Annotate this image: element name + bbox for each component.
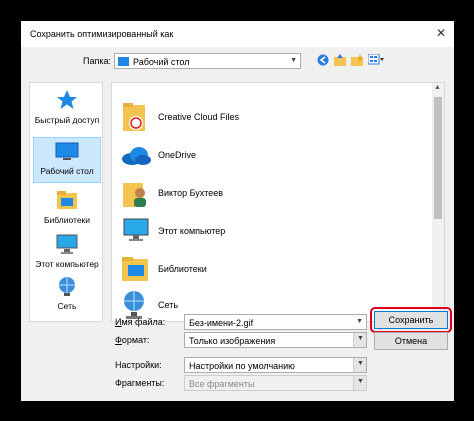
fragments-label: Фрагменты: [115,378,165,388]
chevron-down-icon: ▼ [353,376,366,390]
computer-icon [56,234,78,254]
list-item[interactable]: OneDrive [120,137,420,173]
onedrive-icon [122,147,151,165]
place-label: Быстрый доступ [34,115,100,125]
settings-select[interactable]: Настройки по умолчанию ▼ [184,357,367,373]
new-folder-icon[interactable] [351,54,363,66]
place-label: Сеть [57,301,77,311]
list-item[interactable]: Виктор Бухтеев [120,175,420,211]
fragments-select[interactable]: Все фрагменты ▼ [184,375,367,391]
save-button[interactable]: Сохранить [374,311,448,329]
item-name: Creative Cloud Files [158,112,240,122]
item-name: Библиотеки [158,264,207,274]
places-bar: Быстрый доступ Рабочий стол Библиотеки Э… [29,82,103,322]
desktop-icon [55,142,79,160]
item-name: Этот компьютер [158,226,226,236]
scroll-thumb[interactable] [434,97,442,219]
format-select[interactable]: Только изображения ▼ [184,332,367,348]
settings-label: Настройки: [115,360,162,370]
folder-value: Рабочий стол [133,57,190,67]
star-icon [57,90,77,109]
place-libraries[interactable]: Библиотеки [33,187,101,233]
place-quick-access[interactable]: Быстрый доступ [33,87,101,133]
item-name: Сеть [158,300,179,310]
chevron-down-icon: ▼ [356,318,363,325]
fragments-value: Все фрагменты [189,379,255,389]
network-icon [59,277,75,296]
place-desktop[interactable]: Рабочий стол [33,137,101,183]
list-item[interactable]: Библиотеки [120,251,420,287]
item-name: OneDrive [158,150,197,160]
place-label: Рабочий стол [40,166,94,176]
close-icon[interactable]: ✕ [436,26,446,40]
file-list: Creative Cloud Files OneDrive Виктор Бух… [111,82,445,322]
format-label: Формат: [115,335,150,345]
cancel-button[interactable]: Отмена [374,332,448,350]
folder-select[interactable]: Рабочий стол ▼ [114,53,301,69]
view-menu-icon[interactable] [368,54,384,66]
dialog-title: Сохранить оптимизированный как [30,29,174,39]
place-label: Библиотеки [43,215,91,225]
desktop-icon [118,57,129,66]
up-folder-icon[interactable] [334,54,346,66]
list-item[interactable]: Этот компьютер [120,213,420,249]
format-value: Только изображения [189,336,276,346]
place-network[interactable]: Сеть [33,273,101,319]
back-icon[interactable] [317,54,329,66]
list-item[interactable]: Creative Cloud Files [120,99,420,135]
chevron-down-icon: ▼ [353,333,366,347]
chevron-down-icon: ▼ [290,57,297,64]
scroll-up-icon[interactable]: ▲ [434,84,441,91]
libraries-icon [57,191,77,209]
filename-label: Имя файла: [115,317,166,327]
filename-value: Без-имени-2.gif [189,318,254,328]
vertical-scrollbar[interactable]: ▲ ▼ [432,83,444,321]
computer-icon [123,218,149,241]
title-bar: Сохранить оптимизированный как ✕ [21,21,454,47]
folder-label: Папка: [83,56,111,66]
chevron-down-icon: ▼ [353,358,366,372]
creative-cloud-folder-icon [123,103,145,131]
place-label: Этот компьютер [35,259,99,269]
item-name: Виктор Бухтеев [158,188,224,198]
user-folder-icon [123,183,146,207]
settings-value: Настройки по умолчанию [189,361,295,371]
save-dialog: Сохранить оптимизированный как ✕ Папка: … [21,21,454,401]
place-this-pc[interactable]: Этот компьютер [33,231,101,277]
filename-input[interactable]: Без-имени-2.gif ▼ [184,314,367,330]
libraries-icon [122,257,148,281]
